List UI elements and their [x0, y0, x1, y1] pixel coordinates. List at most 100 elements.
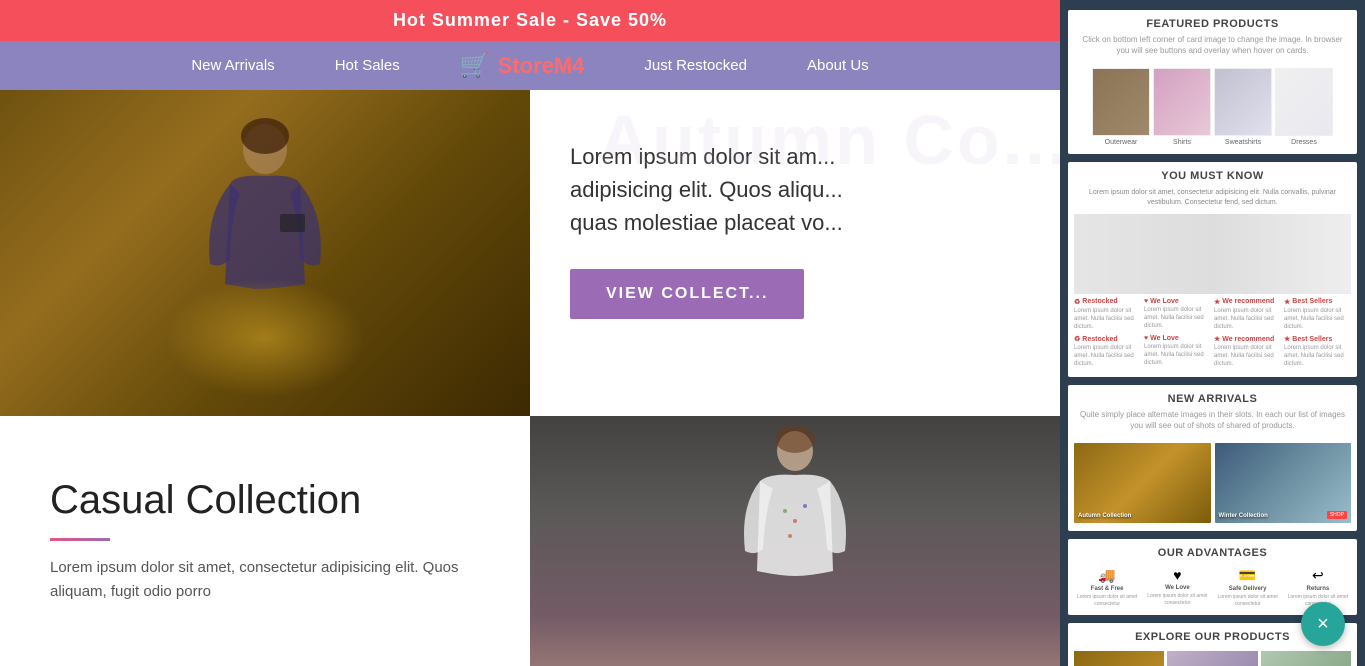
ymk-restocked-1: ♻ Restocked Lorem ipsum dolor sit amet. …: [1074, 298, 1141, 331]
logo-text: StoreM4: [498, 53, 585, 79]
ymk-recommend-2-label: We recommend: [1222, 336, 1274, 343]
ymk-grid-2: ♻ Restocked Lorem ipsum dolor sit amet. …: [1074, 335, 1351, 368]
nav-about-us[interactable]: About Us: [807, 57, 869, 74]
ymk-restocked-icon-2: ♻: [1074, 335, 1080, 343]
ymk-header-recommend-2: ★ We recommend: [1214, 335, 1281, 343]
na-winter-thumb[interactable]: Winter Collection SHOP: [1215, 443, 1352, 523]
adv-safe-text: Lorem ipsum dolor sit amet consectetur: [1215, 594, 1281, 607]
advantages-grid: 🚚 Fast & Free Lorem ipsum dolor sit amet…: [1074, 567, 1351, 607]
ymk-bestsellers-2-text: Lorem ipsum dolor sit amet. Nulla facili…: [1284, 345, 1351, 368]
close-fab-button[interactable]: ×: [1301, 602, 1345, 646]
casual-figure: [715, 421, 875, 661]
right-panel: FEATURED PRODUCTS Click on bottom left c…: [1060, 0, 1365, 666]
ymk-recommend-2: ★ We recommend Lorem ipsum dolor sit ame…: [1214, 335, 1281, 368]
ymk-recommend-2-text: Lorem ipsum dolor sit amet. Nulla facili…: [1214, 345, 1281, 368]
product-thumb-shirts[interactable]: Shirts: [1153, 68, 1211, 146]
ymk-restocked-label: Restocked: [1082, 298, 1117, 305]
nav-hot-sales[interactable]: Hot Sales: [335, 57, 400, 74]
featured-products-title: FEATURED PRODUCTS: [1068, 10, 1357, 34]
ymk-welove-icon: ♥: [1144, 298, 1148, 305]
ymk-recommend-label: We recommend: [1222, 298, 1274, 305]
ymk-restocked-2-label: Restocked: [1082, 336, 1117, 343]
ymk-bg-strip: [1074, 214, 1351, 294]
adv-safe-delivery: 💳 Safe Delivery Lorem ipsum dolor sit am…: [1215, 567, 1281, 607]
explore-thumb-2[interactable]: [1167, 651, 1257, 666]
ymk-recommend-icon-2: ★: [1214, 335, 1220, 343]
adv-shipping-icon: 🚚: [1074, 567, 1140, 584]
na-autumn-thumb[interactable]: Autumn Collection: [1074, 443, 1211, 523]
product-thumb-outerwear[interactable]: Outerwear: [1092, 68, 1150, 146]
adv-card-icon: 💳: [1215, 567, 1281, 584]
ymk-header-welove: ♥ We Love: [1144, 298, 1211, 305]
nav-new-arrivals[interactable]: New Arrivals: [191, 57, 274, 74]
new-arrivals-subtitle: Quite simply place alternate images in t…: [1068, 409, 1357, 439]
ymk-welove-1: ♥ We Love Lorem ipsum dolor sit amet. Nu…: [1144, 298, 1211, 331]
ymk-bestsellers-icon-2: ★: [1284, 335, 1290, 343]
explore-thumb-3[interactable]: [1261, 651, 1351, 666]
product-thumb-dresses[interactable]: Dresses: [1275, 68, 1333, 146]
adv-fast-free-title: Fast & Free: [1074, 586, 1140, 592]
product-img-outerwear: [1092, 68, 1150, 136]
main-content-area: Hot Summer Sale - Save 50% New Arrivals …: [0, 0, 1060, 666]
sale-banner[interactable]: Hot Summer Sale - Save 50%: [0, 0, 1060, 41]
hero-photo-left: [0, 90, 530, 418]
navbar: New Arrivals Hot Sales 🛒 StoreM4 Just Re…: [0, 41, 1060, 90]
ymk-recommend-1: ★ We recommend Lorem ipsum dolor sit ame…: [1214, 298, 1281, 331]
ymk-welove-2: ♥ We Love Lorem ipsum dolor sit amet. Nu…: [1144, 335, 1211, 368]
ymk-bestsellers-2: ★ Best Sellers Lorem ipsum dolor sit ame…: [1284, 335, 1351, 368]
ymk-bestsellers-2-label: Best Sellers: [1292, 336, 1332, 343]
featured-products-subtitle: Click on bottom left corner of card imag…: [1068, 34, 1357, 64]
ymk-welove-text: Lorem ipsum dolor sit amet. Nulla facili…: [1144, 307, 1211, 330]
casual-body-text: Lorem ipsum dolor sit amet, consectetur …: [50, 556, 480, 604]
new-arrivals-section: NEW ARRIVALS Quite simply place alternat…: [1068, 385, 1357, 531]
adv-return-icon: ↩: [1285, 567, 1351, 584]
casual-collection-panel: Casual Collection Lorem ipsum dolor sit …: [0, 416, 530, 666]
sale-banner-text: Hot Summer Sale - Save 50%: [393, 10, 667, 30]
adv-safe-title: Safe Delivery: [1215, 586, 1281, 592]
close-icon: ×: [1317, 613, 1329, 636]
ymk-intro: Lorem ipsum dolor sit amet, consectetur …: [1074, 188, 1351, 208]
product-label-shirts: Shirts: [1153, 139, 1211, 146]
explore-thumbs: [1068, 647, 1357, 666]
new-arrivals-thumbs: Autumn Collection Winter Collection SHOP: [1068, 439, 1357, 531]
na-winter-btn[interactable]: SHOP: [1327, 511, 1347, 519]
na-winter-label: Winter Collection: [1219, 513, 1268, 519]
casual-collection-title: Casual Collection: [50, 478, 480, 523]
ymk-welove-2-label: We Love: [1150, 335, 1179, 342]
cart-icon: 🛒: [460, 51, 490, 80]
ymk-header-welove-2: ♥ We Love: [1144, 335, 1211, 342]
ymk-header-recommend: ★ We recommend: [1214, 298, 1281, 306]
product-img-dresses: [1275, 68, 1333, 136]
ymk-welove-label: We Love: [1150, 298, 1179, 305]
adv-welove-title: We Love: [1144, 585, 1210, 591]
product-label-outerwear: Outerwear: [1092, 139, 1150, 146]
ymk-restocked-2: ♻ Restocked Lorem ipsum dolor sit amet. …: [1074, 335, 1141, 368]
na-autumn-label: Autumn Collection: [1078, 513, 1131, 519]
ymk-restocked-2-text: Lorem ipsum dolor sit amet. Nulla facili…: [1074, 345, 1141, 368]
ymk-bestsellers-text: Lorem ipsum dolor sit amet. Nulla facili…: [1284, 308, 1351, 331]
ymk-header-bestsellers: ★ Best Sellers: [1284, 298, 1351, 306]
hero-right: Autumn Co... Lorem ipsum dolor sit am...…: [530, 90, 1060, 418]
product-img-shirts: [1153, 68, 1211, 136]
nav-just-restocked[interactable]: Just Restocked: [644, 57, 747, 74]
ymk-bestsellers-label: Best Sellers: [1292, 298, 1332, 305]
featured-products-grid: Outerwear Shirts Sweatshirts Dresses: [1068, 64, 1357, 154]
product-img-sweatshirts: [1214, 68, 1272, 136]
product-thumb-sweatshirts[interactable]: Sweatshirts: [1214, 68, 1272, 146]
adv-fast-free: 🚚 Fast & Free Lorem ipsum dolor sit amet…: [1074, 567, 1140, 607]
featured-products-section: FEATURED PRODUCTS Click on bottom left c…: [1068, 10, 1357, 154]
our-advantages-title: OUR ADVANTAGES: [1068, 539, 1357, 563]
ymk-grid: ♻ Restocked Lorem ipsum dolor sit amet. …: [1074, 298, 1351, 331]
adv-returns-title: Returns: [1285, 586, 1351, 592]
view-collection-button[interactable]: VIEW COLLECT...: [570, 269, 804, 319]
casual-photo-right: [530, 416, 1060, 666]
ymk-welove-2-text: Lorem ipsum dolor sit amet. Nulla facili…: [1144, 344, 1211, 367]
ymk-welove-icon-2: ♥: [1144, 335, 1148, 342]
explore-thumb-1[interactable]: [1074, 651, 1164, 666]
navbar-logo[interactable]: 🛒 StoreM4: [460, 51, 585, 80]
you-must-know-title: YOU MUST KNOW: [1068, 162, 1357, 186]
ymk-recommend-icon: ★: [1214, 298, 1220, 306]
product-label-dresses: Dresses: [1275, 139, 1333, 146]
ymk-restocked-icon: ♻: [1074, 298, 1080, 306]
ymk-restocked-text: Lorem ipsum dolor sit amet. Nulla facili…: [1074, 308, 1141, 331]
